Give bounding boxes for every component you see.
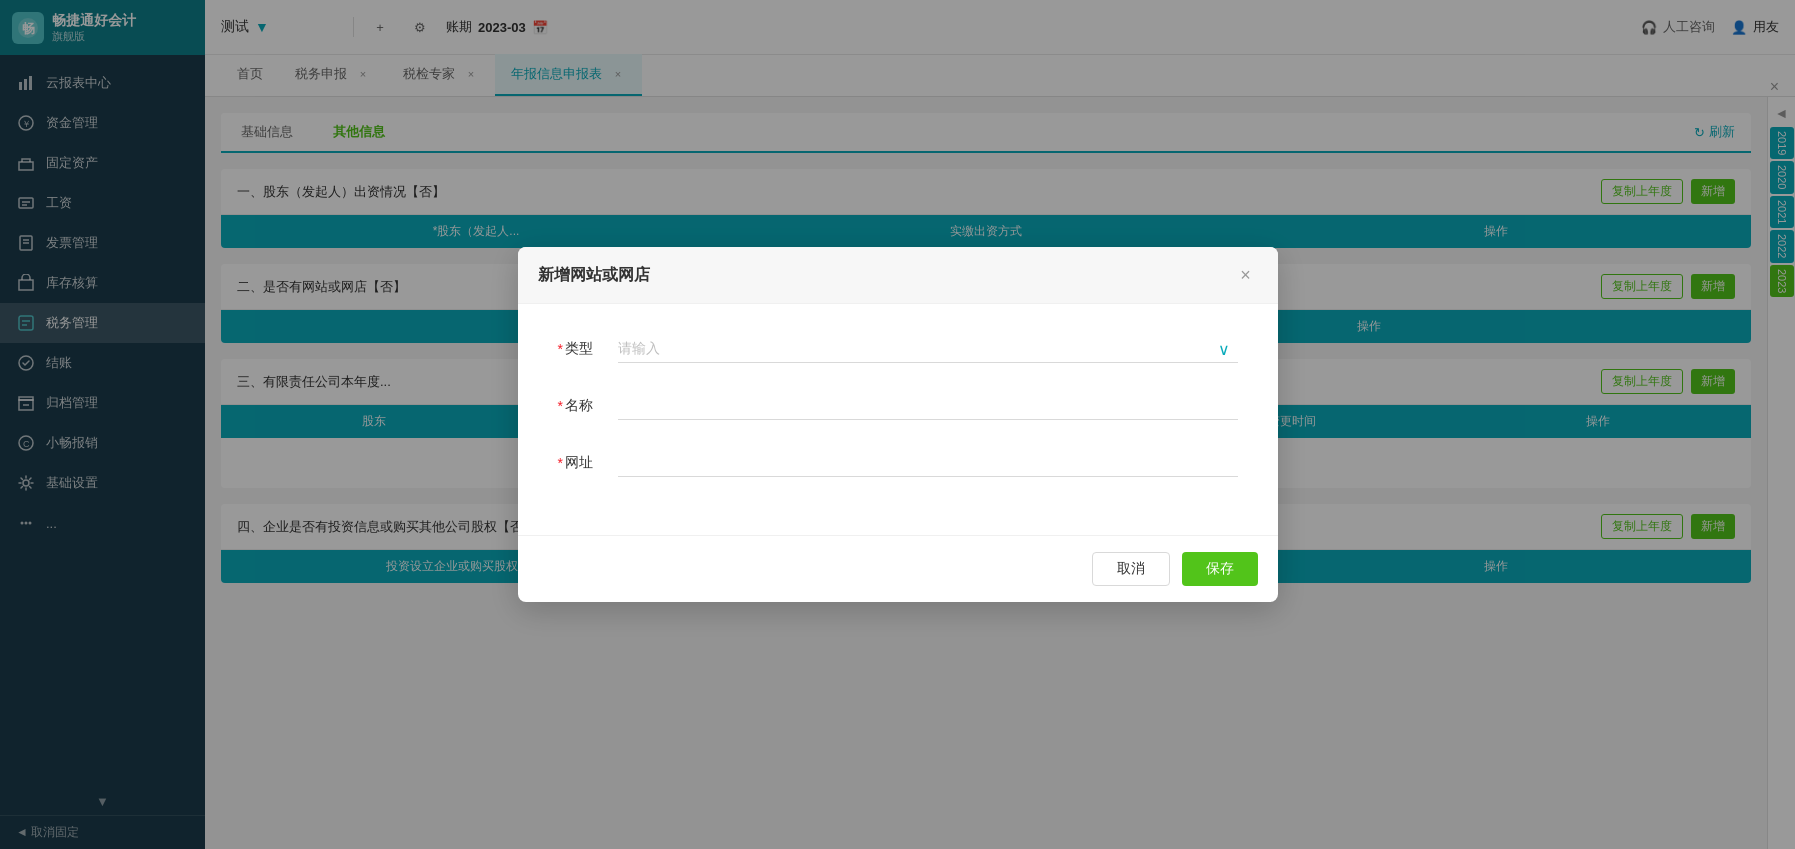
form-label-url: *网址 [558, 454, 618, 472]
save-btn[interactable]: 保存 [1182, 552, 1258, 586]
required-star-url: * [558, 455, 563, 471]
dialog-title: 新增网站或网店 [538, 265, 650, 286]
form-label-type: *类型 [558, 340, 618, 358]
dialog-overlay: 新增网站或网店 × *类型 ∨ *名称 [0, 0, 1795, 849]
required-star-name: * [558, 398, 563, 414]
required-star-type: * [558, 341, 563, 357]
form-item-name: *名称 [558, 391, 1238, 420]
type-input[interactable] [618, 334, 1238, 363]
form-item-url: *网址 [558, 448, 1238, 477]
form-control-wrap-name [618, 391, 1238, 420]
dialog-body: *类型 ∨ *名称 *网址 [518, 304, 1278, 535]
form-label-name: *名称 [558, 397, 618, 415]
form-item-type: *类型 ∨ [558, 334, 1238, 363]
dialog-footer: 取消 保存 [518, 535, 1278, 602]
cancel-btn[interactable]: 取消 [1092, 552, 1170, 586]
type-dropdown-icon[interactable]: ∨ [1218, 339, 1230, 358]
form-control-wrap-type: ∨ [618, 334, 1238, 363]
dialog-close-btn[interactable]: × [1234, 263, 1258, 287]
dialog-header: 新增网站或网店 × [518, 247, 1278, 304]
name-input[interactable] [618, 391, 1238, 420]
add-website-dialog: 新增网站或网店 × *类型 ∨ *名称 [518, 247, 1278, 602]
url-input[interactable] [618, 448, 1238, 477]
form-control-wrap-url [618, 448, 1238, 477]
